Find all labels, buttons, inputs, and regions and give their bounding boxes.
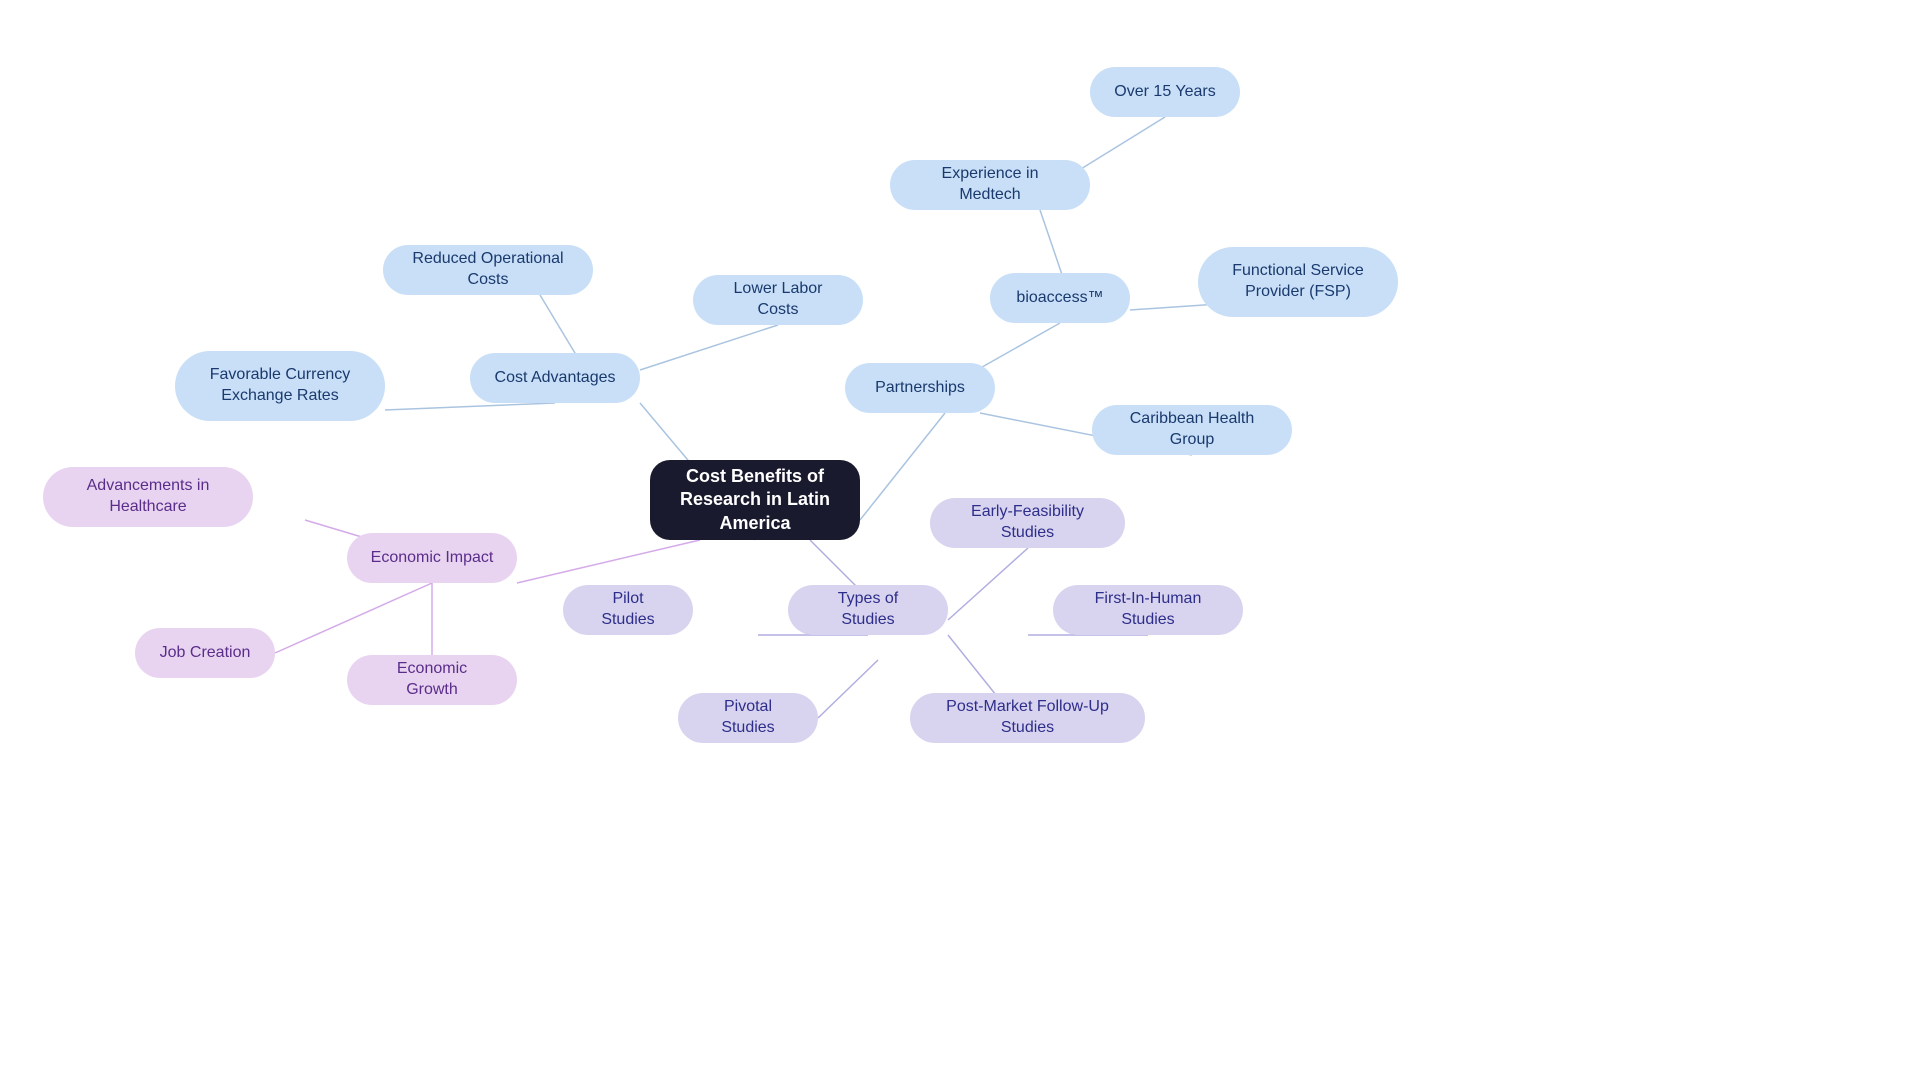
node-partnerships: Partnerships <box>845 363 995 413</box>
node-lower-labor: Lower Labor Costs <box>693 275 863 325</box>
node-first-in-human: First-In-Human Studies <box>1053 585 1243 635</box>
node-pilot-studies: Pilot Studies <box>563 585 693 635</box>
center-node: Cost Benefits of Research in Latin Ameri… <box>650 460 860 540</box>
mind-map: Cost Benefits of Research in Latin Ameri… <box>0 0 1920 1083</box>
node-over-15-years: Over 15 Years <box>1090 67 1240 117</box>
node-favorable-currency: Favorable Currency Exchange Rates <box>175 351 385 421</box>
node-cost-advantages: Cost Advantages <box>470 353 640 403</box>
node-post-market: Post-Market Follow-Up Studies <box>910 693 1145 743</box>
node-reduced-op: Reduced Operational Costs <box>383 245 593 295</box>
node-experience-medtech: Experience in Medtech <box>890 160 1090 210</box>
node-caribbean-health: Caribbean Health Group <box>1092 405 1292 455</box>
node-bioaccess: bioaccess™ <box>990 273 1130 323</box>
node-economic-growth: Economic Growth <box>347 655 517 705</box>
node-job-creation: Job Creation <box>135 628 275 678</box>
node-types-of-studies: Types of Studies <box>788 585 948 635</box>
node-pivotal-studies: Pivotal Studies <box>678 693 818 743</box>
node-functional-service: Functional Service Provider (FSP) <box>1198 247 1398 317</box>
node-economic-impact: Economic Impact <box>347 533 517 583</box>
node-advancements: Advancements in Healthcare <box>43 467 253 527</box>
node-early-feasibility: Early-Feasibility Studies <box>930 498 1125 548</box>
